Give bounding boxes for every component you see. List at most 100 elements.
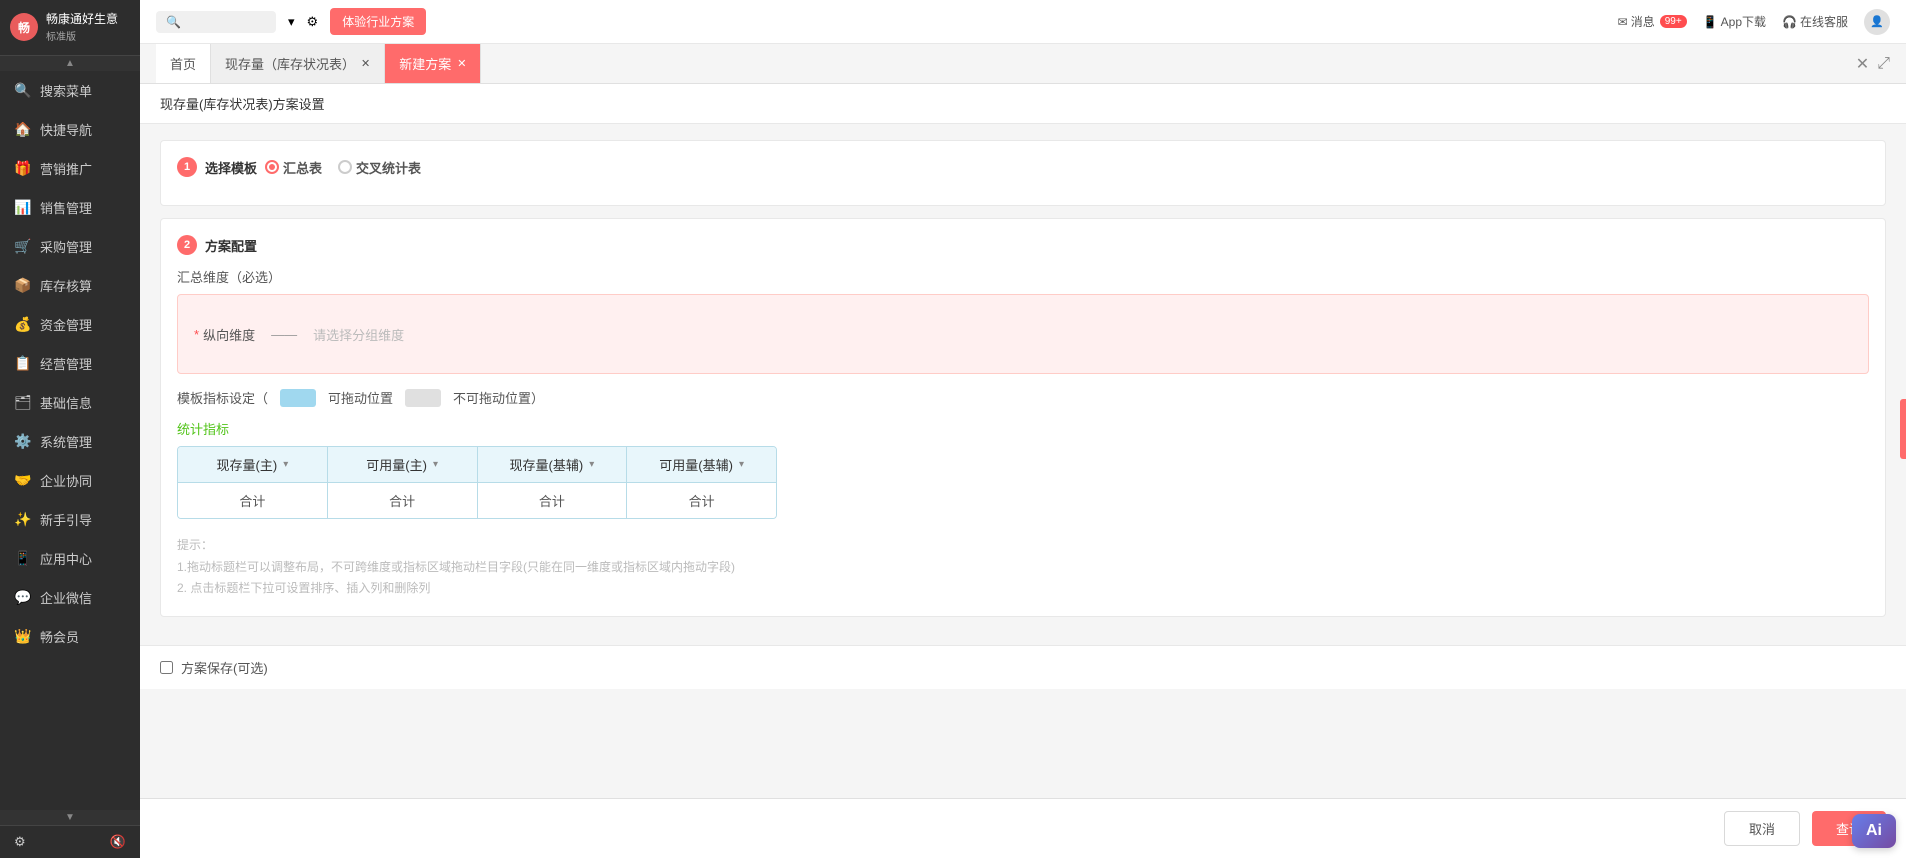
stats-data-row: 合计 合计 合计 合计 [178, 482, 776, 518]
stats-col2-header[interactable]: 可用量(主) ▾ [328, 447, 478, 482]
tabbar: 首页 现存量（库存状况表） ✕ 新建方案 ✕ ✕ ⤢ [140, 44, 1906, 84]
sidebar-item-inventory[interactable]: 📦 库存核算 [0, 266, 140, 305]
handshake-icon: 🤝 [14, 471, 32, 489]
sidebar-item-operation[interactable]: 📋 经营管理 [0, 344, 140, 383]
step2-badge: 2 [177, 235, 197, 255]
stats-col3-header[interactable]: 现存量(基辅) ▾ [478, 447, 628, 482]
radio-cross-dot [338, 160, 352, 174]
messages-label: 消息 [1631, 13, 1655, 30]
stats-col4-header[interactable]: 可用量(基辅) ▾ [627, 447, 776, 482]
dimension-dash: —— [271, 327, 297, 342]
topbar-search-box[interactable]: 🔍 [156, 11, 276, 33]
main-area: 🔍 ▾ ⚙ 体验行业方案 ✉ 消息 99+ 📱 App下载 🎧 在线客服 👤 [140, 0, 1906, 858]
sidebar-item-appcenter[interactable]: 📱 应用中心 [0, 539, 140, 578]
sidebar-item-label: 销售管理 [40, 198, 92, 217]
sidebar-item-label: 畅会员 [40, 627, 79, 646]
tab-expand-button[interactable]: ⤢ [1877, 54, 1890, 74]
col4-label: 可用量(基辅) [659, 455, 733, 474]
tab-inventory-label: 现存量（库存状况表） [225, 54, 355, 73]
sidebar-item-basic[interactable]: 🗂 基础信息 [0, 383, 140, 422]
draggable-indicator-box [280, 389, 316, 407]
online-support-button[interactable]: 🎧 在线客服 [1782, 13, 1848, 30]
stats-col1-header[interactable]: 现存量(主) ▾ [178, 447, 328, 482]
tab-home[interactable]: 首页 [156, 44, 211, 83]
page-body: 1 选择模板 汇总表 交叉统计表 [140, 124, 1906, 645]
avatar-circle: 👤 [1864, 9, 1890, 35]
save-checkbox[interactable] [160, 661, 173, 674]
messages-badge: 99+ [1660, 15, 1687, 28]
step1-title-row: 1 选择模板 汇总表 交叉统计表 [177, 157, 1869, 177]
topbar-right: ✉ 消息 99+ 📱 App下载 🎧 在线客服 👤 [1618, 9, 1890, 35]
radio-summary[interactable]: 汇总表 [265, 158, 322, 177]
messages-button[interactable]: ✉ 消息 99+ [1618, 13, 1687, 30]
sidebar-item-finance[interactable]: 💰 资金管理 [0, 305, 140, 344]
stats-table: 现存量(主) ▾ 可用量(主) ▾ 现存量(基辅) ▾ 可用量(基辅) [177, 446, 777, 519]
radio-summary-label: 汇总表 [283, 158, 322, 177]
tab-inventory-status[interactable]: 现存量（库存状况表） ✕ [211, 44, 385, 83]
dimension-box[interactable]: * 纵向维度 —— 请选择分组维度 [177, 294, 1869, 374]
topbar-dropdown-icon[interactable]: ▾ [288, 14, 295, 30]
col4-chevron: ▾ [739, 459, 744, 470]
download-icon: 📱 [1703, 15, 1718, 29]
indicator-label2-text: 不可拖动位置） [453, 388, 544, 407]
sound-icon[interactable]: 🔇 [110, 834, 126, 850]
tab-inventory-close[interactable]: ✕ [361, 57, 370, 70]
logo-icon: 畅 [10, 13, 38, 41]
sidebar-logo: 畅 畅康通好生意 标准版 [0, 0, 140, 56]
template-radio-group: 汇总表 交叉统计表 [265, 158, 421, 177]
star-icon: ✨ [14, 510, 32, 528]
crown-icon: 👑 [14, 627, 32, 645]
col1-chevron: ▾ [283, 459, 288, 470]
right-scroll-handle[interactable] [1900, 399, 1906, 459]
app-name: 畅康通好生意 [46, 12, 118, 28]
tips-item2: 2. 点击标题栏下拉可设置排序、插入列和删除列 [177, 578, 1869, 600]
sidebar-item-label: 基础信息 [40, 393, 92, 412]
sidebar-item-search[interactable]: 🔍 搜索菜单 [0, 71, 140, 110]
cancel-button[interactable]: 取消 [1724, 811, 1800, 846]
headset-icon: 🎧 [1782, 15, 1797, 29]
industry-plan-button[interactable]: 体验行业方案 [330, 8, 426, 35]
indicator-row: 模板指标设定（ 可拖动位置 不可拖动位置） [177, 388, 1869, 407]
topbar-left: 🔍 ▾ ⚙ 体验行业方案 [156, 8, 426, 35]
settings-icon[interactable]: ⚙ [14, 834, 26, 850]
stats-col1-data: 合计 [178, 483, 328, 518]
cart-icon: 🛒 [14, 237, 32, 255]
sidebar-item-wechat[interactable]: 💬 企业微信 [0, 578, 140, 617]
sidebar-item-newguide[interactable]: ✨ 新手引导 [0, 500, 140, 539]
app-download-button[interactable]: 📱 App下载 [1703, 13, 1766, 30]
sidebar-item-sales[interactable]: 📊 销售管理 [0, 188, 140, 227]
user-avatar[interactable]: 👤 [1864, 9, 1890, 35]
sidebar-item-system[interactable]: ⚙️ 系统管理 [0, 422, 140, 461]
tab-new-plan-close[interactable]: ✕ [457, 57, 466, 70]
col3-chevron: ▾ [589, 459, 594, 470]
sidebar-item-purchase[interactable]: 🛒 采购管理 [0, 227, 140, 266]
stats-title: 统计指标 [177, 419, 1869, 438]
sidebar-item-vip[interactable]: 👑 畅会员 [0, 617, 140, 656]
topbar-settings-icon[interactable]: ⚙ [307, 14, 319, 30]
step2-section: 2 方案配置 汇总维度（必选） * 纵向维度 —— 请选择分组维度 模板指标设定… [160, 218, 1886, 617]
ai-button[interactable]: Ai [1852, 814, 1896, 848]
sidebar-item-label: 快捷导航 [40, 120, 92, 139]
stats-header-row: 现存量(主) ▾ 可用量(主) ▾ 现存量(基辅) ▾ 可用量(基辅) [178, 447, 776, 482]
sidebar-item-label: 营销推广 [40, 159, 92, 178]
radio-cross[interactable]: 交叉统计表 [338, 158, 421, 177]
sidebar-scroll-up[interactable]: ▲ [0, 56, 140, 71]
chart-icon: 📊 [14, 198, 32, 216]
tabbar-actions: ✕ ⤢ [1856, 54, 1890, 74]
folder-icon: 🗂 [14, 393, 32, 411]
tab-new-plan[interactable]: 新建方案 ✕ [385, 44, 481, 83]
topbar: 🔍 ▾ ⚙ 体验行业方案 ✉ 消息 99+ 📱 App下载 🎧 在线客服 👤 [140, 0, 1906, 44]
sidebar-item-shortcut[interactable]: 🏠 快捷导航 [0, 110, 140, 149]
sidebar-item-label: 采购管理 [40, 237, 92, 256]
tips-title: 提示： [177, 535, 1869, 557]
save-checkbox-label[interactable]: 方案保存(可选) [181, 658, 268, 677]
gear-icon: ⚙️ [14, 432, 32, 450]
sidebar-scroll-down[interactable]: ▼ [0, 810, 140, 825]
sidebar-item-cooperation[interactable]: 🤝 企业协同 [0, 461, 140, 500]
sidebar-item-marketing[interactable]: 🎁 营销推广 [0, 149, 140, 188]
summary-dimension-label: 汇总维度（必选） [177, 267, 1869, 286]
page-header: 现存量(库存状况表)方案设置 [140, 84, 1906, 124]
tab-close-button[interactable]: ✕ [1856, 54, 1869, 74]
mobile-icon: 📱 [14, 549, 32, 567]
page-title: 现存量(库存状况表)方案设置 [160, 97, 325, 112]
